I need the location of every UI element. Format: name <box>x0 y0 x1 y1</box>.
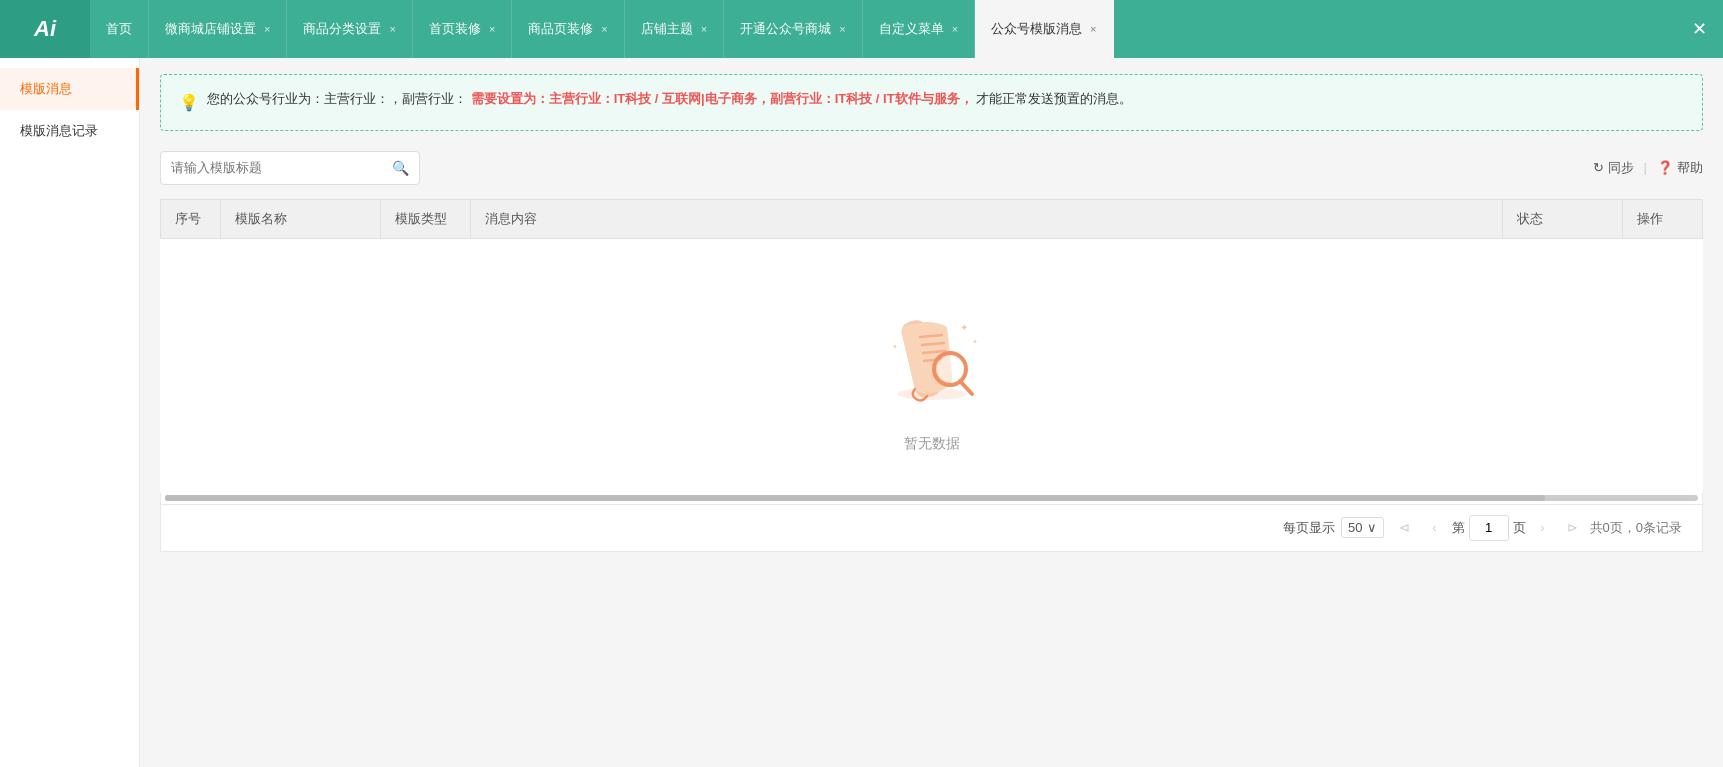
nav-tab-label: 开通公众号商城 <box>740 20 831 38</box>
data-table: 序号模版名称模版类型消息内容状态操作 <box>160 199 1703 493</box>
info-banner: 💡 您的公众号行业为：主营行业：，副营行业： 需要设置为：主营行业：IT科技 /… <box>160 74 1703 131</box>
nav-tab-open-mall[interactable]: 开通公众号商城 × <box>724 0 862 58</box>
scroll-thumb <box>165 495 1545 501</box>
sidebar-item-template-record[interactable]: 模版消息记录 <box>0 110 139 152</box>
nav-tab-category-settings[interactable]: 商品分类设置 × <box>287 0 412 58</box>
page-size-label: 每页显示 <box>1283 519 1335 537</box>
banner-highlight: 需要设置为：主营行业：IT科技 / 互联网|电子商务，副营行业：IT科技 / I… <box>471 91 973 106</box>
col-header-status: 状态 <box>1503 199 1623 238</box>
help-icon: ❓ <box>1657 160 1673 175</box>
logo: Ai <box>0 0 90 58</box>
sync-button[interactable]: ↻ 同步 <box>1593 159 1634 177</box>
nav-tab-label: 商品分类设置 <box>303 20 381 38</box>
nav-tab-label: 商品页装修 <box>528 20 593 38</box>
first-page-button[interactable]: ⊲ <box>1392 515 1418 541</box>
sidebar: 模版消息模版消息记录 <box>0 58 140 767</box>
tab-close-button[interactable]: × <box>839 23 845 35</box>
nav-tab-label: 公众号模版消息 <box>991 20 1082 38</box>
nav-tab-label: 首页装修 <box>429 20 481 38</box>
search-bar: 🔍 ↻ 同步 | ❓ 帮助 <box>160 151 1703 185</box>
svg-text:✦: ✦ <box>960 322 968 333</box>
svg-text:✦: ✦ <box>972 338 978 345</box>
tab-close-button[interactable]: × <box>389 23 395 35</box>
banner-text: 您的公众号行业为：主营行业：，副营行业： 需要设置为：主营行业：IT科技 / 互… <box>207 89 1132 110</box>
chevron-down-icon: ∨ <box>1367 520 1377 535</box>
content-area: 💡 您的公众号行业为：主营行业：，副营行业： 需要设置为：主营行业：IT科技 /… <box>140 58 1723 767</box>
col-header-content: 消息内容 <box>471 199 1503 238</box>
table-header: 序号模版名称模版类型消息内容状态操作 <box>161 199 1703 238</box>
tab-close-button[interactable]: × <box>601 23 607 35</box>
nav-tab-shop-settings[interactable]: 微商城店铺设置 × <box>149 0 287 58</box>
page-size-dropdown[interactable]: 50 ∨ <box>1341 517 1383 538</box>
nav-tab-label: 首页 <box>106 20 132 38</box>
page-nav: ⊲ ‹ 第 页 › ⊳ 共0页，0条记录 <box>1392 515 1682 541</box>
pagination: 每页显示 50 ∨ ⊲ ‹ 第 页 › ⊳ 共0页，0条记录 <box>160 505 1703 552</box>
col-header-action: 操作 <box>1623 199 1703 238</box>
empty-text: 暂无数据 <box>904 435 960 453</box>
tab-close-button[interactable]: × <box>489 23 495 35</box>
page-total: 共0页，0条记录 <box>1590 519 1682 537</box>
empty-row: ✦ ✦ ✦ 暂无数据 <box>161 238 1703 493</box>
top-nav: Ai 首页微商城店铺设置×商品分类设置×首页装修×商品页装修×店铺主题×开通公众… <box>0 0 1723 58</box>
empty-illustration: ✦ ✦ ✦ <box>872 299 992 419</box>
svg-point-7 <box>937 356 963 382</box>
search-icon[interactable]: 🔍 <box>392 160 409 176</box>
nav-tab-store-theme[interactable]: 店铺主题 × <box>625 0 724 58</box>
main-layout: 模版消息模版消息记录 💡 您的公众号行业为：主营行业：，副营行业： 需要设置为：… <box>0 58 1723 767</box>
tab-close-button[interactable]: × <box>952 23 958 35</box>
bulb-icon: 💡 <box>179 90 199 116</box>
tab-close-button[interactable]: × <box>1090 23 1096 35</box>
search-actions: ↻ 同步 | ❓ 帮助 <box>1593 159 1703 177</box>
nav-tab-template-msg[interactable]: 公众号模版消息 × <box>975 0 1113 58</box>
page-word-prefix: 第 <box>1452 519 1465 537</box>
page-number-input[interactable] <box>1469 515 1509 541</box>
nav-tab-label: 自定义菜单 <box>879 20 944 38</box>
scroll-bar[interactable] <box>160 493 1703 505</box>
col-header-index: 序号 <box>161 199 221 238</box>
next-page-button[interactable]: › <box>1530 515 1556 541</box>
table-header-row: 序号模版名称模版类型消息内容状态操作 <box>161 199 1703 238</box>
empty-state: ✦ ✦ ✦ 暂无数据 <box>161 239 1703 493</box>
page-size-select: 每页显示 50 ∨ <box>1283 517 1383 538</box>
divider: | <box>1644 160 1647 175</box>
nav-tab-label: 店铺主题 <box>641 20 693 38</box>
prev-page-button[interactable]: ‹ <box>1422 515 1448 541</box>
tab-close-button[interactable]: × <box>264 23 270 35</box>
nav-tab-home[interactable]: 首页 <box>90 0 149 58</box>
col-header-type: 模版类型 <box>381 199 471 238</box>
nav-tabs: 首页微商城店铺设置×商品分类设置×首页装修×商品页装修×店铺主题×开通公众号商城… <box>90 0 1676 58</box>
nav-tab-product-decoration[interactable]: 商品页装修 × <box>512 0 624 58</box>
tab-close-button[interactable]: × <box>701 23 707 35</box>
nav-tab-custom-menu[interactable]: 自定义菜单 × <box>863 0 975 58</box>
table-body: ✦ ✦ ✦ 暂无数据 <box>161 238 1703 493</box>
last-page-button[interactable]: ⊳ <box>1560 515 1586 541</box>
help-button[interactable]: ❓ 帮助 <box>1657 159 1703 177</box>
search-input-wrap: 🔍 <box>160 151 420 185</box>
nav-tab-label: 微商城店铺设置 <box>165 20 256 38</box>
svg-text:✦: ✦ <box>892 343 898 350</box>
sidebar-item-template-msg[interactable]: 模版消息 <box>0 68 139 110</box>
scroll-track <box>165 495 1698 501</box>
search-input[interactable] <box>171 160 392 175</box>
nav-tab-home-decoration[interactable]: 首页装修 × <box>413 0 512 58</box>
col-header-name: 模版名称 <box>221 199 381 238</box>
close-all-button[interactable]: ✕ <box>1676 18 1723 40</box>
page-word: 页 <box>1513 519 1526 537</box>
sync-icon: ↻ <box>1593 160 1604 175</box>
